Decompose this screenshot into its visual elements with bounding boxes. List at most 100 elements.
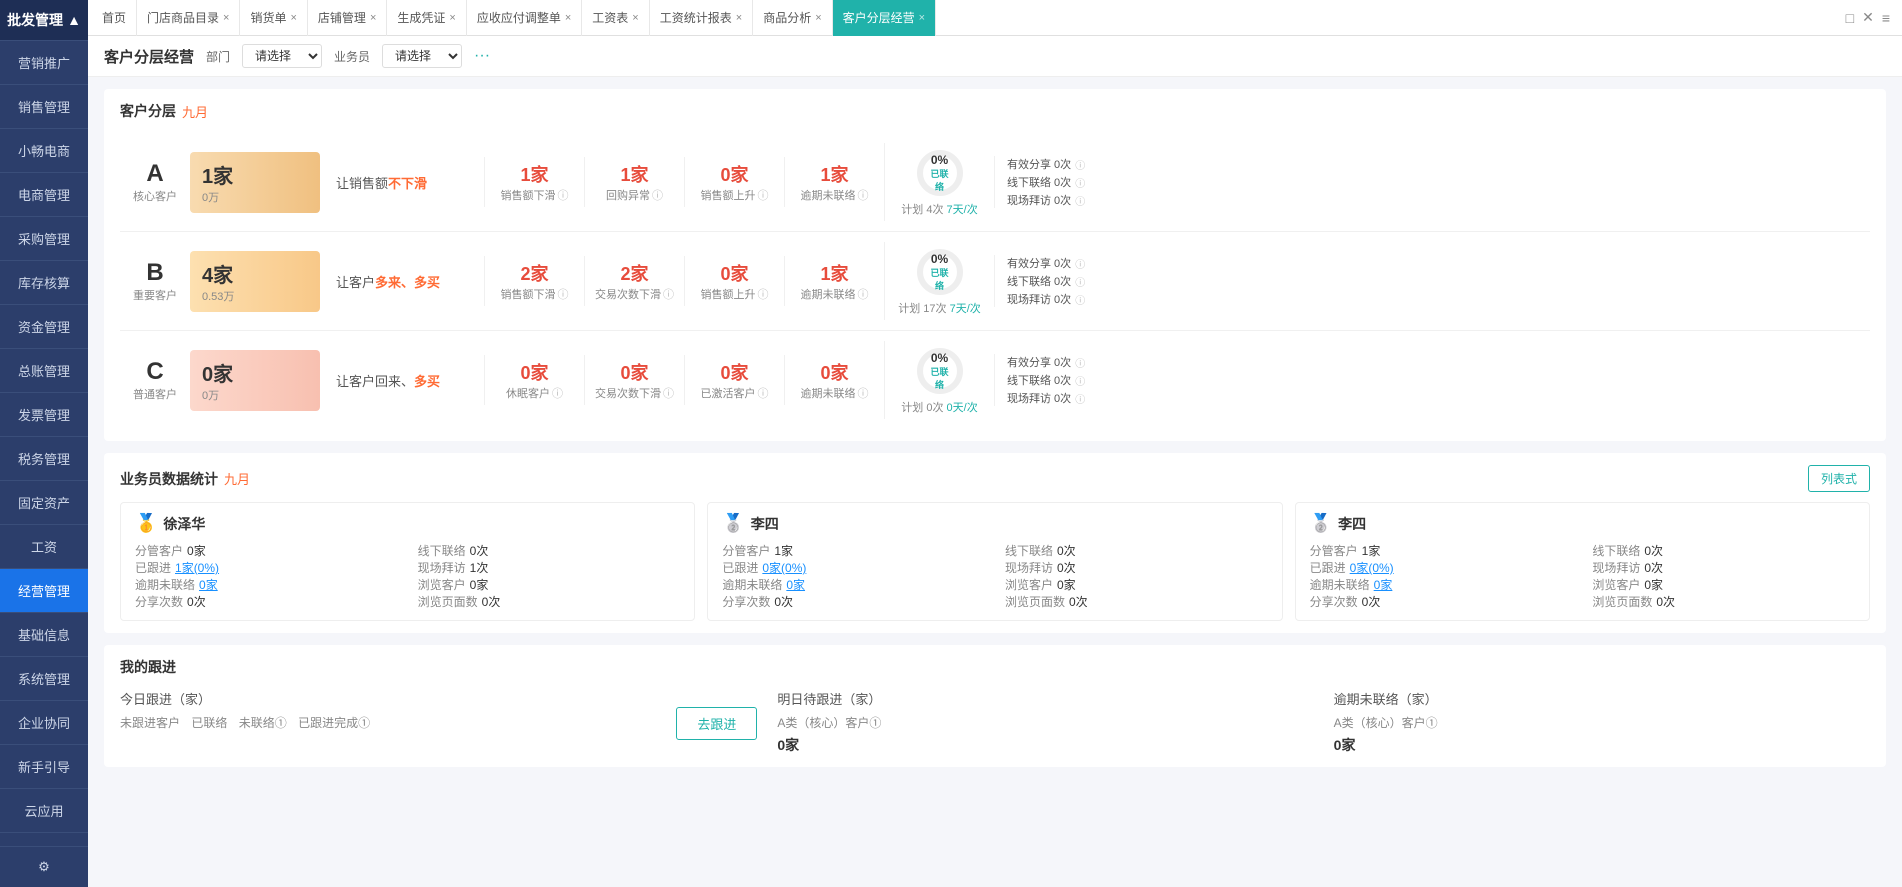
staff-stat-right-2-3: 浏览页面数0次 — [1592, 593, 1855, 610]
tab-sales_order[interactable]: 销货单× — [240, 0, 307, 36]
tier-row-C: C普通客户0家0万让客户回来、多买0家休眠客户 ⓘ0家交易次数下滑 ⓘ0家已激活… — [120, 331, 1870, 429]
sidebar-item-zijin[interactable]: 资金管理 — [0, 305, 88, 349]
tab-close-receivable[interactable]: × — [565, 12, 571, 24]
staff-stat-left-0-0: 分管客户0家 — [135, 542, 398, 559]
sidebar-item-yun[interactable]: 云应用 — [0, 789, 88, 833]
staff-stat-right-1-2: 浏览客户0家 — [1005, 576, 1268, 593]
tab-payroll_report[interactable]: 工资统计报表× — [650, 0, 753, 36]
tier-stat-B-0: 2家销售额下滑 ⓘ — [484, 256, 584, 306]
right-stat-A-0: 有效分享 0次 ⓘ — [1007, 156, 1870, 172]
tier-right-stats-C: 有效分享 0次 ⓘ线下联络 0次 ⓘ现场拜访 0次 ⓘ — [994, 354, 1870, 406]
tab-customer_tier[interactable]: 客户分层经营× — [833, 0, 936, 36]
circle-chart-B: 0% 已联络 — [914, 246, 966, 298]
tab-close-goods_analysis[interactable]: × — [815, 12, 821, 24]
sidebar-item-gudingzichan[interactable]: 固定资产 — [0, 481, 88, 525]
staff-stat-left-2-0: 分管客户1家 — [1310, 542, 1573, 559]
staff-stat-right-1-1: 现场拜访0次 — [1005, 559, 1268, 576]
page-content: 客户分层 九月 A核心客户1家0万让销售额不下滑1家销售额下滑 ⓘ1家回购异常 … — [88, 77, 1902, 887]
tab-store_mgmt[interactable]: 店铺管理× — [308, 0, 387, 36]
sidebar-item-gongzi[interactable]: 工资 — [0, 525, 88, 569]
tab-payroll[interactable]: 工资表× — [582, 0, 649, 36]
close-all-icon[interactable]: ✕ — [1862, 9, 1874, 26]
dept-select[interactable]: 请选择 — [242, 44, 322, 68]
tier-stat-C-0: 0家休眠客户 ⓘ — [484, 355, 584, 405]
staff-medal-1: 🥈 — [722, 513, 744, 534]
sidebar-item-diangshang[interactable]: 电商管理 — [0, 173, 88, 217]
tier-label-A: A核心客户 — [120, 160, 190, 204]
sidebar-top-label[interactable]: 批发管理 ▲ — [0, 0, 88, 41]
sidebar-item-xitong[interactable]: 系统管理 — [0, 657, 88, 701]
biz-section-title: 业务员数据统计 九月 — [120, 469, 250, 489]
settings-icon: ⚙ — [38, 859, 50, 874]
sidebar-item-xiaoshou[interactable]: 销售管理 — [0, 85, 88, 129]
today-followup-col: 今日跟进（家） 未跟进客户 已联络 未联络① 已跟进完成① — [120, 689, 656, 731]
sidebar-item-xinshou[interactable]: 新手引导 — [0, 745, 88, 789]
sidebar-item-caigou[interactable]: 采购管理 — [0, 217, 88, 261]
tier-count-B: 4家0.53万 — [190, 251, 320, 312]
tier-stat-A-3: 1家逾期未联络 ⓘ — [784, 157, 884, 207]
staff-label: 业务员 — [334, 48, 370, 65]
tab-bar-actions: □ ✕ ≡ — [1846, 9, 1898, 26]
right-stat-C-2: 现场拜访 0次 ⓘ — [1007, 390, 1870, 406]
sidebar-item-qiye[interactable]: 企业协同 — [0, 701, 88, 745]
staff-stat-left-2-2: 逾期未联络0家 — [1310, 576, 1573, 593]
tab-voucher[interactable]: 生成凭证× — [387, 0, 466, 36]
tab-close-payroll_report[interactable]: × — [736, 12, 742, 24]
tab-close-customer_tier[interactable]: × — [919, 12, 925, 24]
tier-label-C: C普通客户 — [120, 358, 190, 402]
menu-icon[interactable]: ≡ — [1882, 10, 1890, 26]
sidebar-item-yingxiao[interactable]: 营销推广 — [0, 41, 88, 85]
more-filter-icon[interactable]: ··· — [474, 47, 490, 65]
sidebar-item-xiaodian[interactable]: 小畅电商 — [0, 129, 88, 173]
go-followup-button[interactable]: 去跟进 — [676, 707, 757, 740]
tier-circle-B: 0% 已联络 计划 17次 7天/次 — [884, 242, 994, 320]
sidebar-item-shuiwu[interactable]: 税务管理 — [0, 437, 88, 481]
tab-close-payroll[interactable]: × — [632, 12, 638, 24]
sidebar-item-fapiao[interactable]: 发票管理 — [0, 393, 88, 437]
tab-shop_products[interactable]: 门店商品目录× — [137, 0, 240, 36]
right-stat-B-0: 有效分享 0次 ⓘ — [1007, 255, 1870, 271]
sidebar-item-zongzhang[interactable]: 总账管理 — [0, 349, 88, 393]
tab-close-voucher[interactable]: × — [449, 12, 455, 24]
overdue-followup-title: 逾期未联络（家） — [1334, 689, 1870, 708]
tier-stat-B-3: 1家逾期未联络 ⓘ — [784, 256, 884, 306]
staff-stat-right-0-1: 现场拜访1次 — [418, 559, 681, 576]
staff-stat-left-1-1: 已跟进0家(0%) — [722, 559, 985, 576]
tab-receivable[interactable]: 应收应付调整单× — [467, 0, 582, 36]
maximize-icon[interactable]: □ — [1846, 10, 1854, 26]
staff-stat-left-1-2: 逾期未联络0家 — [722, 576, 985, 593]
tier-stat-C-2: 0家已激活客户 ⓘ — [684, 355, 784, 405]
tab-bar: 首页门店商品目录×销货单×店铺管理×生成凭证×应收应付调整单×工资表×工资统计报… — [88, 0, 1902, 36]
tab-close-shop_products[interactable]: × — [223, 12, 229, 24]
staff-stat-right-0-3: 浏览页面数0次 — [418, 593, 681, 610]
tier-row-B: B重要客户4家0.53万让客户多来、多买2家销售额下滑 ⓘ2家交易次数下滑 ⓘ0… — [120, 232, 1870, 331]
sidebar-settings[interactable]: ⚙ — [0, 846, 88, 887]
dept-label: 部门 — [206, 48, 230, 65]
overdue-followup-col: 逾期未联络（家） A类（核心）客户① 0家 — [1334, 689, 1870, 755]
right-stat-B-1: 线下联络 0次 ⓘ — [1007, 273, 1870, 289]
tier-count-A: 1家0万 — [190, 152, 320, 213]
sidebar-item-jingying[interactable]: 经营管理 — [0, 569, 88, 613]
right-stat-C-0: 有效分享 0次 ⓘ — [1007, 354, 1870, 370]
sidebar-item-kucun[interactable]: 库存核算 — [0, 261, 88, 305]
circle-plan-B: 计划 17次 7天/次 — [898, 300, 981, 316]
staff-card-header-0: 🥇徐泽华 — [135, 513, 680, 534]
list-view-button[interactable]: 列表式 — [1808, 465, 1870, 492]
tab-goods_analysis[interactable]: 商品分析× — [753, 0, 832, 36]
followup-title: 我的跟进 — [120, 657, 1870, 677]
circle-chart-A: 0% 已联络 — [914, 147, 966, 199]
tier-stat-C-1: 0家交易次数下滑 ⓘ — [584, 355, 684, 405]
tab-close-store_mgmt[interactable]: × — [370, 12, 376, 24]
biz-stats-section: 业务员数据统计 九月 列表式 🥇徐泽华分管客户0家已跟进1家(0%) 逾期未联络0… — [104, 453, 1886, 633]
page-title: 客户分层经营 — [104, 46, 194, 67]
staff-select[interactable]: 请选择 — [382, 44, 462, 68]
sidebar-item-jichu[interactable]: 基础信息 — [0, 613, 88, 657]
staff-card-header-2: 🥈李四 — [1310, 513, 1855, 534]
tier-stat-B-1: 2家交易次数下滑 ⓘ — [584, 256, 684, 306]
tab-close-sales_order[interactable]: × — [290, 12, 296, 24]
staff-stat-left-0-1: 已跟进1家(0%) — [135, 559, 398, 576]
tab-home[interactable]: 首页 — [92, 0, 137, 36]
staff-stat-left-0-3: 分享次数0次 — [135, 593, 398, 610]
tomorrow-followup-title: 明日待跟进（家） — [777, 689, 1313, 708]
staff-card-0: 🥇徐泽华分管客户0家已跟进1家(0%)逾期未联络0家分享次数0次线下联络0次现场… — [120, 502, 695, 621]
